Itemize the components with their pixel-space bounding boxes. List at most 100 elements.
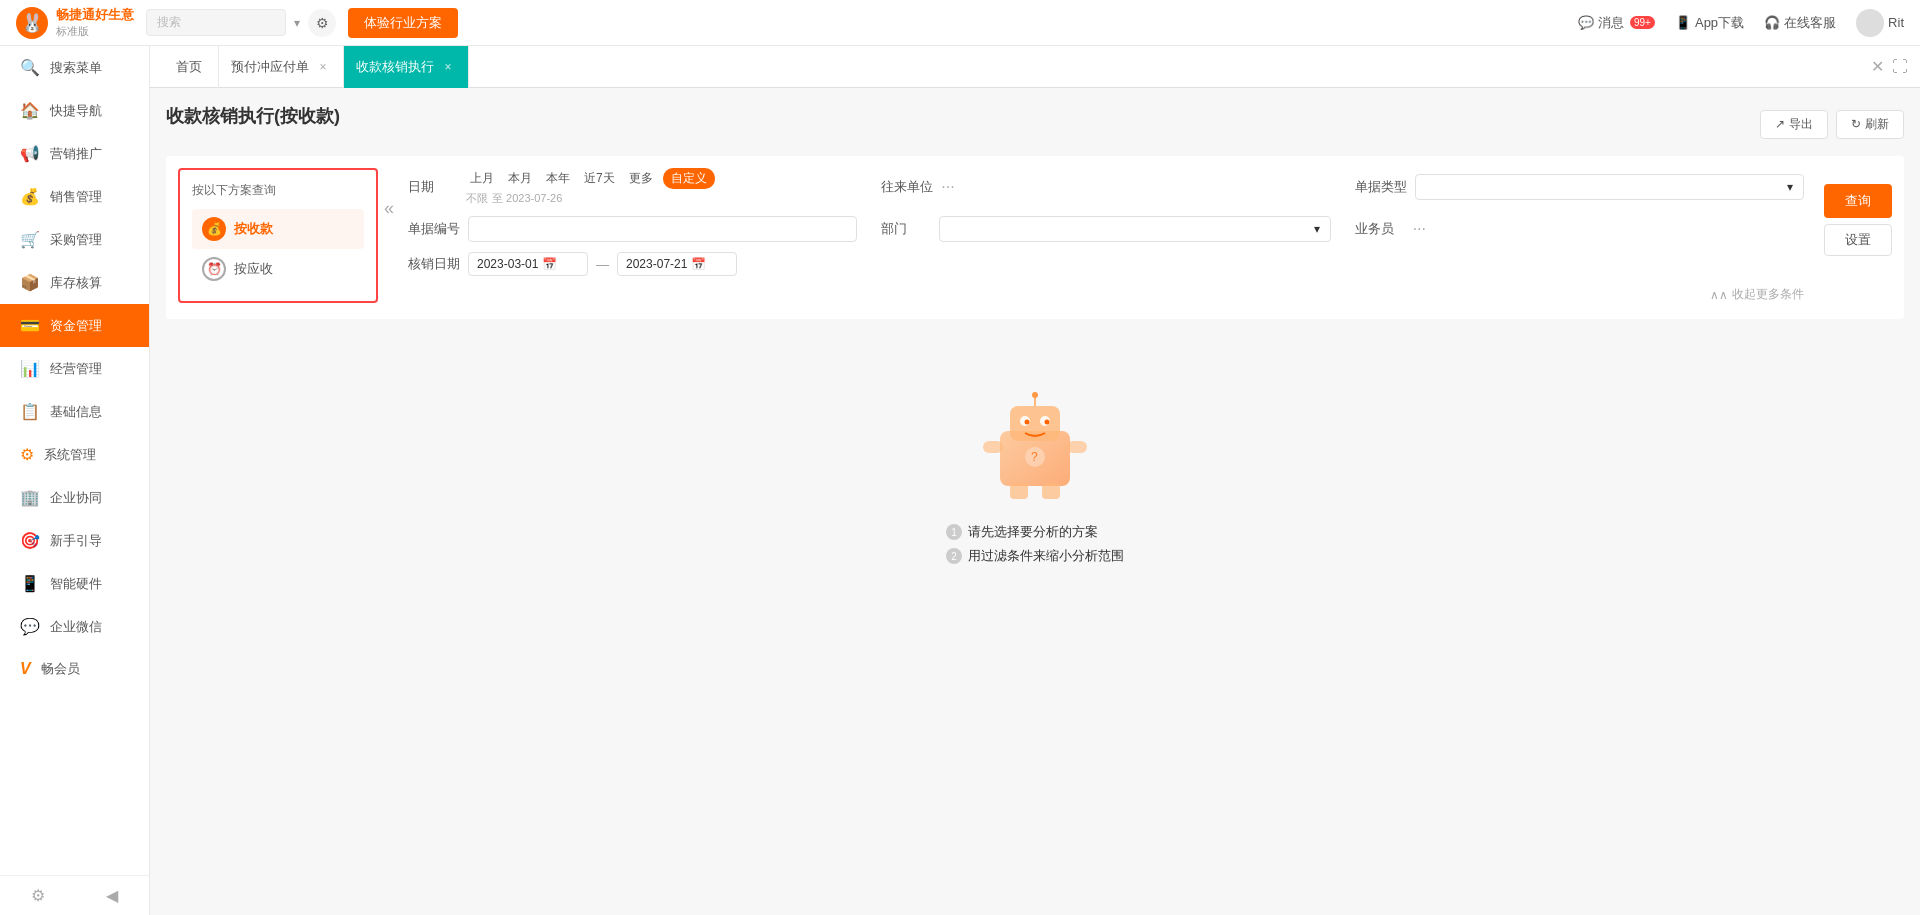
tab-receipt-writeoff[interactable]: 收款核销执行 × xyxy=(344,46,469,88)
writeoff-date-label: 核销日期 xyxy=(408,255,460,273)
sidebar-item-system[interactable]: ⚙ 系统管理 xyxy=(0,433,149,476)
date-shortcut-row: 上月 本月 本年 近7天 更多 自定义 xyxy=(466,168,715,189)
header-chevron-icon[interactable]: ▾ xyxy=(294,16,300,30)
department-chevron: ▾ xyxy=(1314,222,1320,236)
messages-badge: 99+ xyxy=(1630,16,1655,29)
step-2-num: 2 xyxy=(946,548,962,564)
basic-icon: 📋 xyxy=(20,402,40,421)
tab-close-button[interactable]: ✕ xyxy=(1871,57,1884,76)
sidebar-label-search: 搜索菜单 xyxy=(50,59,102,77)
shortcut-this-month[interactable]: 本月 xyxy=(504,168,536,189)
user-item[interactable]: Rit xyxy=(1856,9,1904,37)
empty-state: ? 1 请先选择要分析的方案 2 用过滤条件来缩小分析范围 xyxy=(166,331,1904,625)
counterpart-dots[interactable]: ··· xyxy=(941,178,954,196)
tab-receipt-writeoff-close[interactable]: × xyxy=(440,59,456,75)
user-name: Rit xyxy=(1888,15,1904,30)
sidebar-item-member[interactable]: V 畅会员 xyxy=(0,648,149,690)
tab-expand-button[interactable]: ⛶ xyxy=(1892,58,1908,76)
writeoff-end-date[interactable]: 2023-07-21 📅 xyxy=(617,252,737,276)
empty-illustration: ? xyxy=(975,391,1095,511)
main-content: 首页 预付冲应付单 × 收款核销执行 × ✕ ⛶ 收款核销执行(按收款) ↗ xyxy=(150,46,1920,915)
doc-type-chevron: ▾ xyxy=(1787,180,1793,194)
staff-dots[interactable]: ··· xyxy=(1413,220,1426,238)
sidebar-collapse-icon[interactable]: ◀ xyxy=(106,886,118,905)
enterprise-icon: 🏢 xyxy=(20,488,40,507)
sidebar-item-operation[interactable]: 📊 经营管理 xyxy=(0,347,149,390)
sidebar-item-marketing[interactable]: 📢 营销推广 xyxy=(0,132,149,175)
export-button[interactable]: ↗ 导出 xyxy=(1760,110,1828,139)
collapse-more-section: ∧∧ 收起更多条件 xyxy=(408,282,1804,307)
date-unlimited: 不限 xyxy=(466,191,488,206)
empty-hint-2-text: 用过滤条件来缩小分析范围 xyxy=(968,547,1124,565)
by-receipt-icon: 💰 xyxy=(202,217,226,241)
sidebar-item-guide[interactable]: 🎯 新手引导 xyxy=(0,519,149,562)
operation-icon: 📊 xyxy=(20,359,40,378)
sidebar-settings-icon[interactable]: ⚙ xyxy=(31,886,45,905)
doc-type-select[interactable]: ▾ xyxy=(1415,174,1804,200)
logo-icon: 🐰 xyxy=(16,7,48,39)
sidebar-item-search[interactable]: 🔍 搜索菜单 xyxy=(0,46,149,89)
guide-icon: 🎯 xyxy=(20,531,40,550)
counterpart-field: 往来单位 ··· xyxy=(881,178,1330,196)
finance-icon: 💳 xyxy=(20,316,40,335)
sidebar-item-enterprise[interactable]: 🏢 企业协同 xyxy=(0,476,149,519)
shortcut-last-month[interactable]: 上月 xyxy=(466,168,498,189)
tab-home[interactable]: 首页 xyxy=(160,46,219,88)
sidebar-item-purchase[interactable]: 🛒 采购管理 xyxy=(0,218,149,261)
filter-fields: 日期 上月 本月 本年 近7天 更多 自定义 xyxy=(400,168,1812,307)
query-button[interactable]: 查询 xyxy=(1824,184,1892,218)
shortcut-more[interactable]: 更多 xyxy=(625,168,657,189)
top-header: 🐰 畅捷通好生意 标准版 搜索 ▾ ⚙ 体验行业方案 💬 消息 99+ 📱 Ap… xyxy=(0,0,1920,46)
tab-receipt-writeoff-label: 收款核销执行 xyxy=(356,58,434,76)
sidebar-item-finance[interactable]: 💳 资金管理 xyxy=(0,304,149,347)
by-receivable-label: 按应收 xyxy=(234,260,273,278)
header-gear-button[interactable]: ⚙ xyxy=(308,9,336,37)
sidebar-item-basic[interactable]: 📋 基础信息 xyxy=(0,390,149,433)
svg-rect-10 xyxy=(983,441,1003,453)
doc-no-input[interactable] xyxy=(468,216,857,242)
filter-collapse-toggle[interactable]: « xyxy=(378,168,400,219)
export-icon: ↗ xyxy=(1775,117,1785,131)
system-icon: ⚙ xyxy=(20,445,34,464)
sidebar-item-sales[interactable]: 💰 销售管理 xyxy=(0,175,149,218)
staff-label: 业务员 xyxy=(1355,220,1405,238)
sidebar-item-inventory[interactable]: 📦 库存核算 xyxy=(0,261,149,304)
sidebar-label-quick-nav: 快捷导航 xyxy=(50,102,102,120)
sidebar-item-quick-nav[interactable]: 🏠 快捷导航 xyxy=(0,89,149,132)
staff-field: 业务员 ··· xyxy=(1355,220,1804,238)
sidebar-item-wechat[interactable]: 💬 企业微信 xyxy=(0,605,149,648)
department-select[interactable]: ▾ xyxy=(939,216,1330,242)
sidebar-label-marketing: 营销推广 xyxy=(50,145,102,163)
sidebar-label-purchase: 采购管理 xyxy=(50,231,102,249)
sidebar-item-hardware[interactable]: 📱 智能硬件 xyxy=(0,562,149,605)
settings-button[interactable]: 设置 xyxy=(1824,224,1892,256)
refresh-button[interactable]: ↻ 刷新 xyxy=(1836,110,1904,139)
filter-option-by-receivable[interactable]: ⏰ 按应收 xyxy=(192,249,364,289)
shortcut-last-7d[interactable]: 近7天 xyxy=(580,168,619,189)
date-separator: — xyxy=(596,257,609,272)
tab-prepay[interactable]: 预付冲应付单 × xyxy=(219,46,344,88)
empty-hints: 1 请先选择要分析的方案 2 用过滤条件来缩小分析范围 xyxy=(946,523,1124,565)
shortcut-custom[interactable]: 自定义 xyxy=(663,168,715,189)
filter-row-1: 日期 上月 本月 本年 近7天 更多 自定义 xyxy=(408,168,1804,206)
filter-row-2: 单据编号 部门 ▾ 业务员 ··· xyxy=(408,216,1804,242)
filter-scheme-title: 按以下方案查询 xyxy=(192,182,364,199)
online-service-item[interactable]: 🎧 在线客服 xyxy=(1764,14,1836,32)
department-label: 部门 xyxy=(881,220,931,238)
doc-type-field: 单据类型 ▾ xyxy=(1355,174,1804,200)
messages-item[interactable]: 💬 消息 99+ xyxy=(1578,14,1655,32)
app-download-item[interactable]: 📱 App下载 xyxy=(1675,14,1744,32)
marketing-icon: 📢 xyxy=(20,144,40,163)
shortcut-this-year[interactable]: 本年 xyxy=(542,168,574,189)
page-actions: ↗ 导出 ↻ 刷新 xyxy=(1760,110,1904,139)
sidebar: 🔍 搜索菜单 🏠 快捷导航 📢 营销推广 💰 销售管理 🛒 采购管理 📦 库存核… xyxy=(0,46,150,915)
tab-prepay-close[interactable]: × xyxy=(315,59,331,75)
doc-no-field: 单据编号 xyxy=(408,216,857,242)
filter-option-by-receipt[interactable]: 💰 按收款 xyxy=(192,209,364,249)
trial-industry-button[interactable]: 体验行业方案 xyxy=(348,8,458,38)
collapse-more-button[interactable]: ∧∧ 收起更多条件 xyxy=(1710,286,1804,303)
writeoff-start-date[interactable]: 2023-03-01 📅 xyxy=(468,252,588,276)
logo-text: 畅捷通好生意 标准版 xyxy=(56,6,134,39)
step-1-num: 1 xyxy=(946,524,962,540)
action-buttons: 查询 设置 xyxy=(1812,168,1892,256)
